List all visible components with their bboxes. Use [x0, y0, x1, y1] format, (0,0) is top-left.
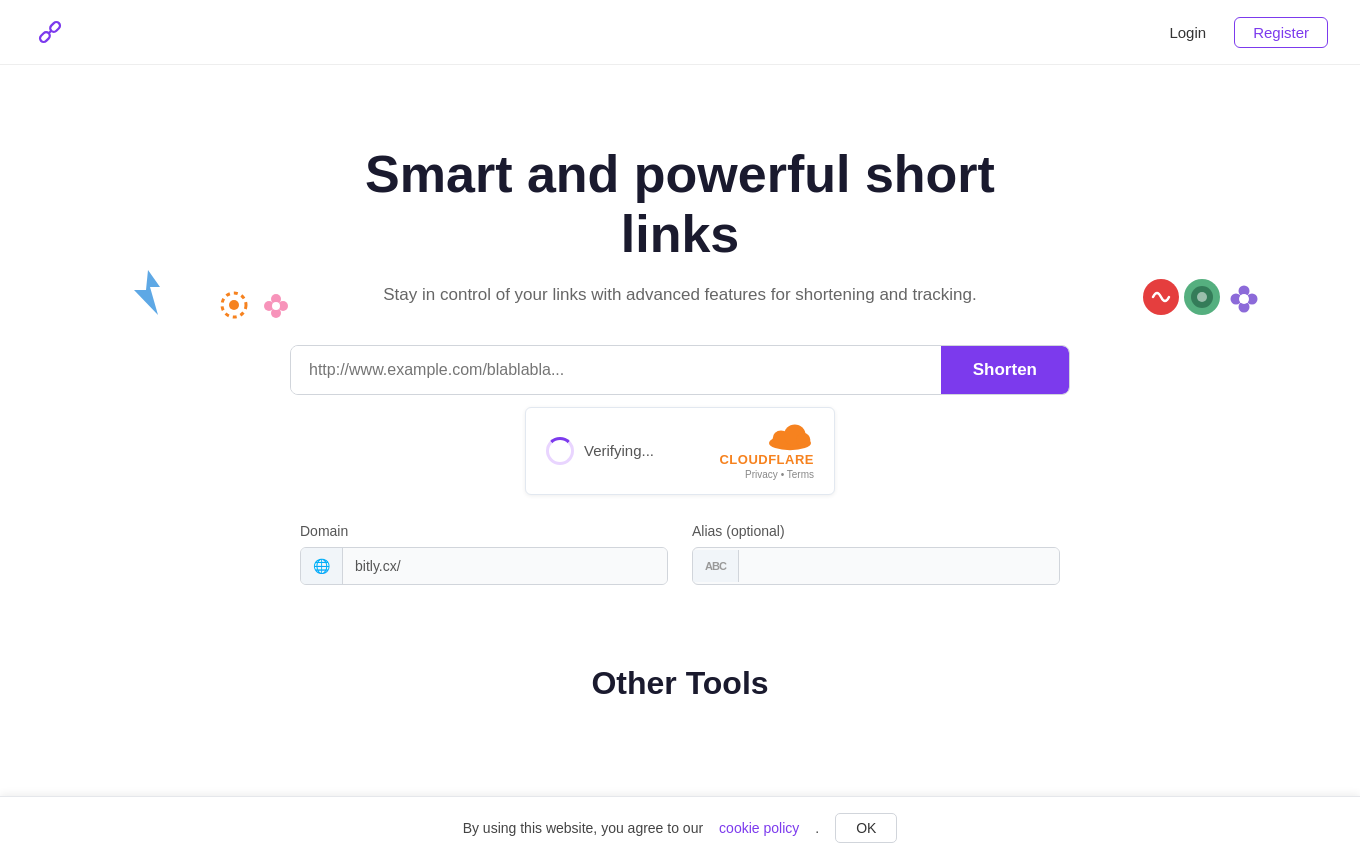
- login-button[interactable]: Login: [1157, 18, 1218, 47]
- shorten-button[interactable]: Shorten: [941, 346, 1069, 394]
- other-tools-title: Other Tools: [20, 665, 1340, 702]
- domain-input[interactable]: [343, 548, 667, 584]
- options-row: Domain 🌐 Alias (optional) ABC: [300, 523, 1060, 585]
- svg-point-16: [1239, 302, 1250, 313]
- decorative-right: [1143, 265, 1260, 319]
- navbar: Login Register: [0, 0, 1360, 65]
- svg-point-17: [1231, 294, 1242, 305]
- url-form: Shorten Verifying... CLOUDFLARE Privacy: [290, 345, 1070, 495]
- svg-point-5: [222, 293, 246, 317]
- svg-point-7: [271, 308, 281, 318]
- svg-point-15: [1239, 286, 1250, 297]
- logo[interactable]: [32, 14, 68, 50]
- domain-input-row: 🌐: [300, 547, 668, 585]
- cf-brand-label: CLOUDFLARE: [719, 452, 814, 467]
- alias-label: Alias (optional): [692, 523, 1060, 539]
- cf-spinner: [546, 437, 574, 465]
- svg-point-12: [1184, 279, 1220, 315]
- cf-privacy-link[interactable]: Privacy: [745, 469, 778, 480]
- hero-section: Smart and powerful short links Stay in c…: [0, 65, 1360, 625]
- alias-input-row: ABC: [692, 547, 1060, 585]
- svg-point-8: [264, 301, 274, 311]
- alias-input[interactable]: [739, 548, 1059, 584]
- svg-point-4: [229, 300, 239, 310]
- domain-group: Domain 🌐: [300, 523, 668, 585]
- hero-title: Smart and powerful short links: [305, 145, 1055, 265]
- svg-point-19: [1239, 294, 1249, 304]
- cf-terms-link[interactable]: Terms: [787, 469, 814, 480]
- svg-line-2: [49, 31, 52, 34]
- cloudflare-verify: Verifying... CLOUDFLARE Privacy • Terms: [525, 407, 835, 495]
- cf-left: Verifying...: [546, 437, 654, 465]
- svg-point-18: [1247, 294, 1258, 305]
- cf-logo-area: CLOUDFLARE Privacy • Terms: [719, 422, 814, 480]
- url-input[interactable]: [291, 346, 941, 394]
- abc-icon: ABC: [693, 550, 739, 582]
- domain-label: Domain: [300, 523, 668, 539]
- svg-point-13: [1191, 286, 1213, 308]
- alias-group: Alias (optional) ABC: [692, 523, 1060, 585]
- cf-verifying-label: Verifying...: [584, 442, 654, 459]
- svg-point-10: [272, 302, 280, 310]
- nav-actions: Login Register: [1157, 17, 1328, 48]
- globe-icon: 🌐: [301, 548, 343, 584]
- svg-point-23: [796, 432, 810, 446]
- svg-marker-3: [134, 270, 160, 315]
- register-button[interactable]: Register: [1234, 17, 1328, 48]
- other-tools-section: Other Tools: [0, 625, 1360, 722]
- decorative-left: [120, 265, 290, 324]
- hero-subtitle: Stay in control of your links with advan…: [383, 285, 976, 305]
- svg-point-9: [278, 301, 288, 311]
- svg-point-11: [1143, 279, 1179, 315]
- svg-point-6: [271, 294, 281, 304]
- cf-links: Privacy • Terms: [745, 469, 814, 480]
- svg-point-14: [1197, 292, 1207, 302]
- url-input-row: Shorten: [290, 345, 1070, 395]
